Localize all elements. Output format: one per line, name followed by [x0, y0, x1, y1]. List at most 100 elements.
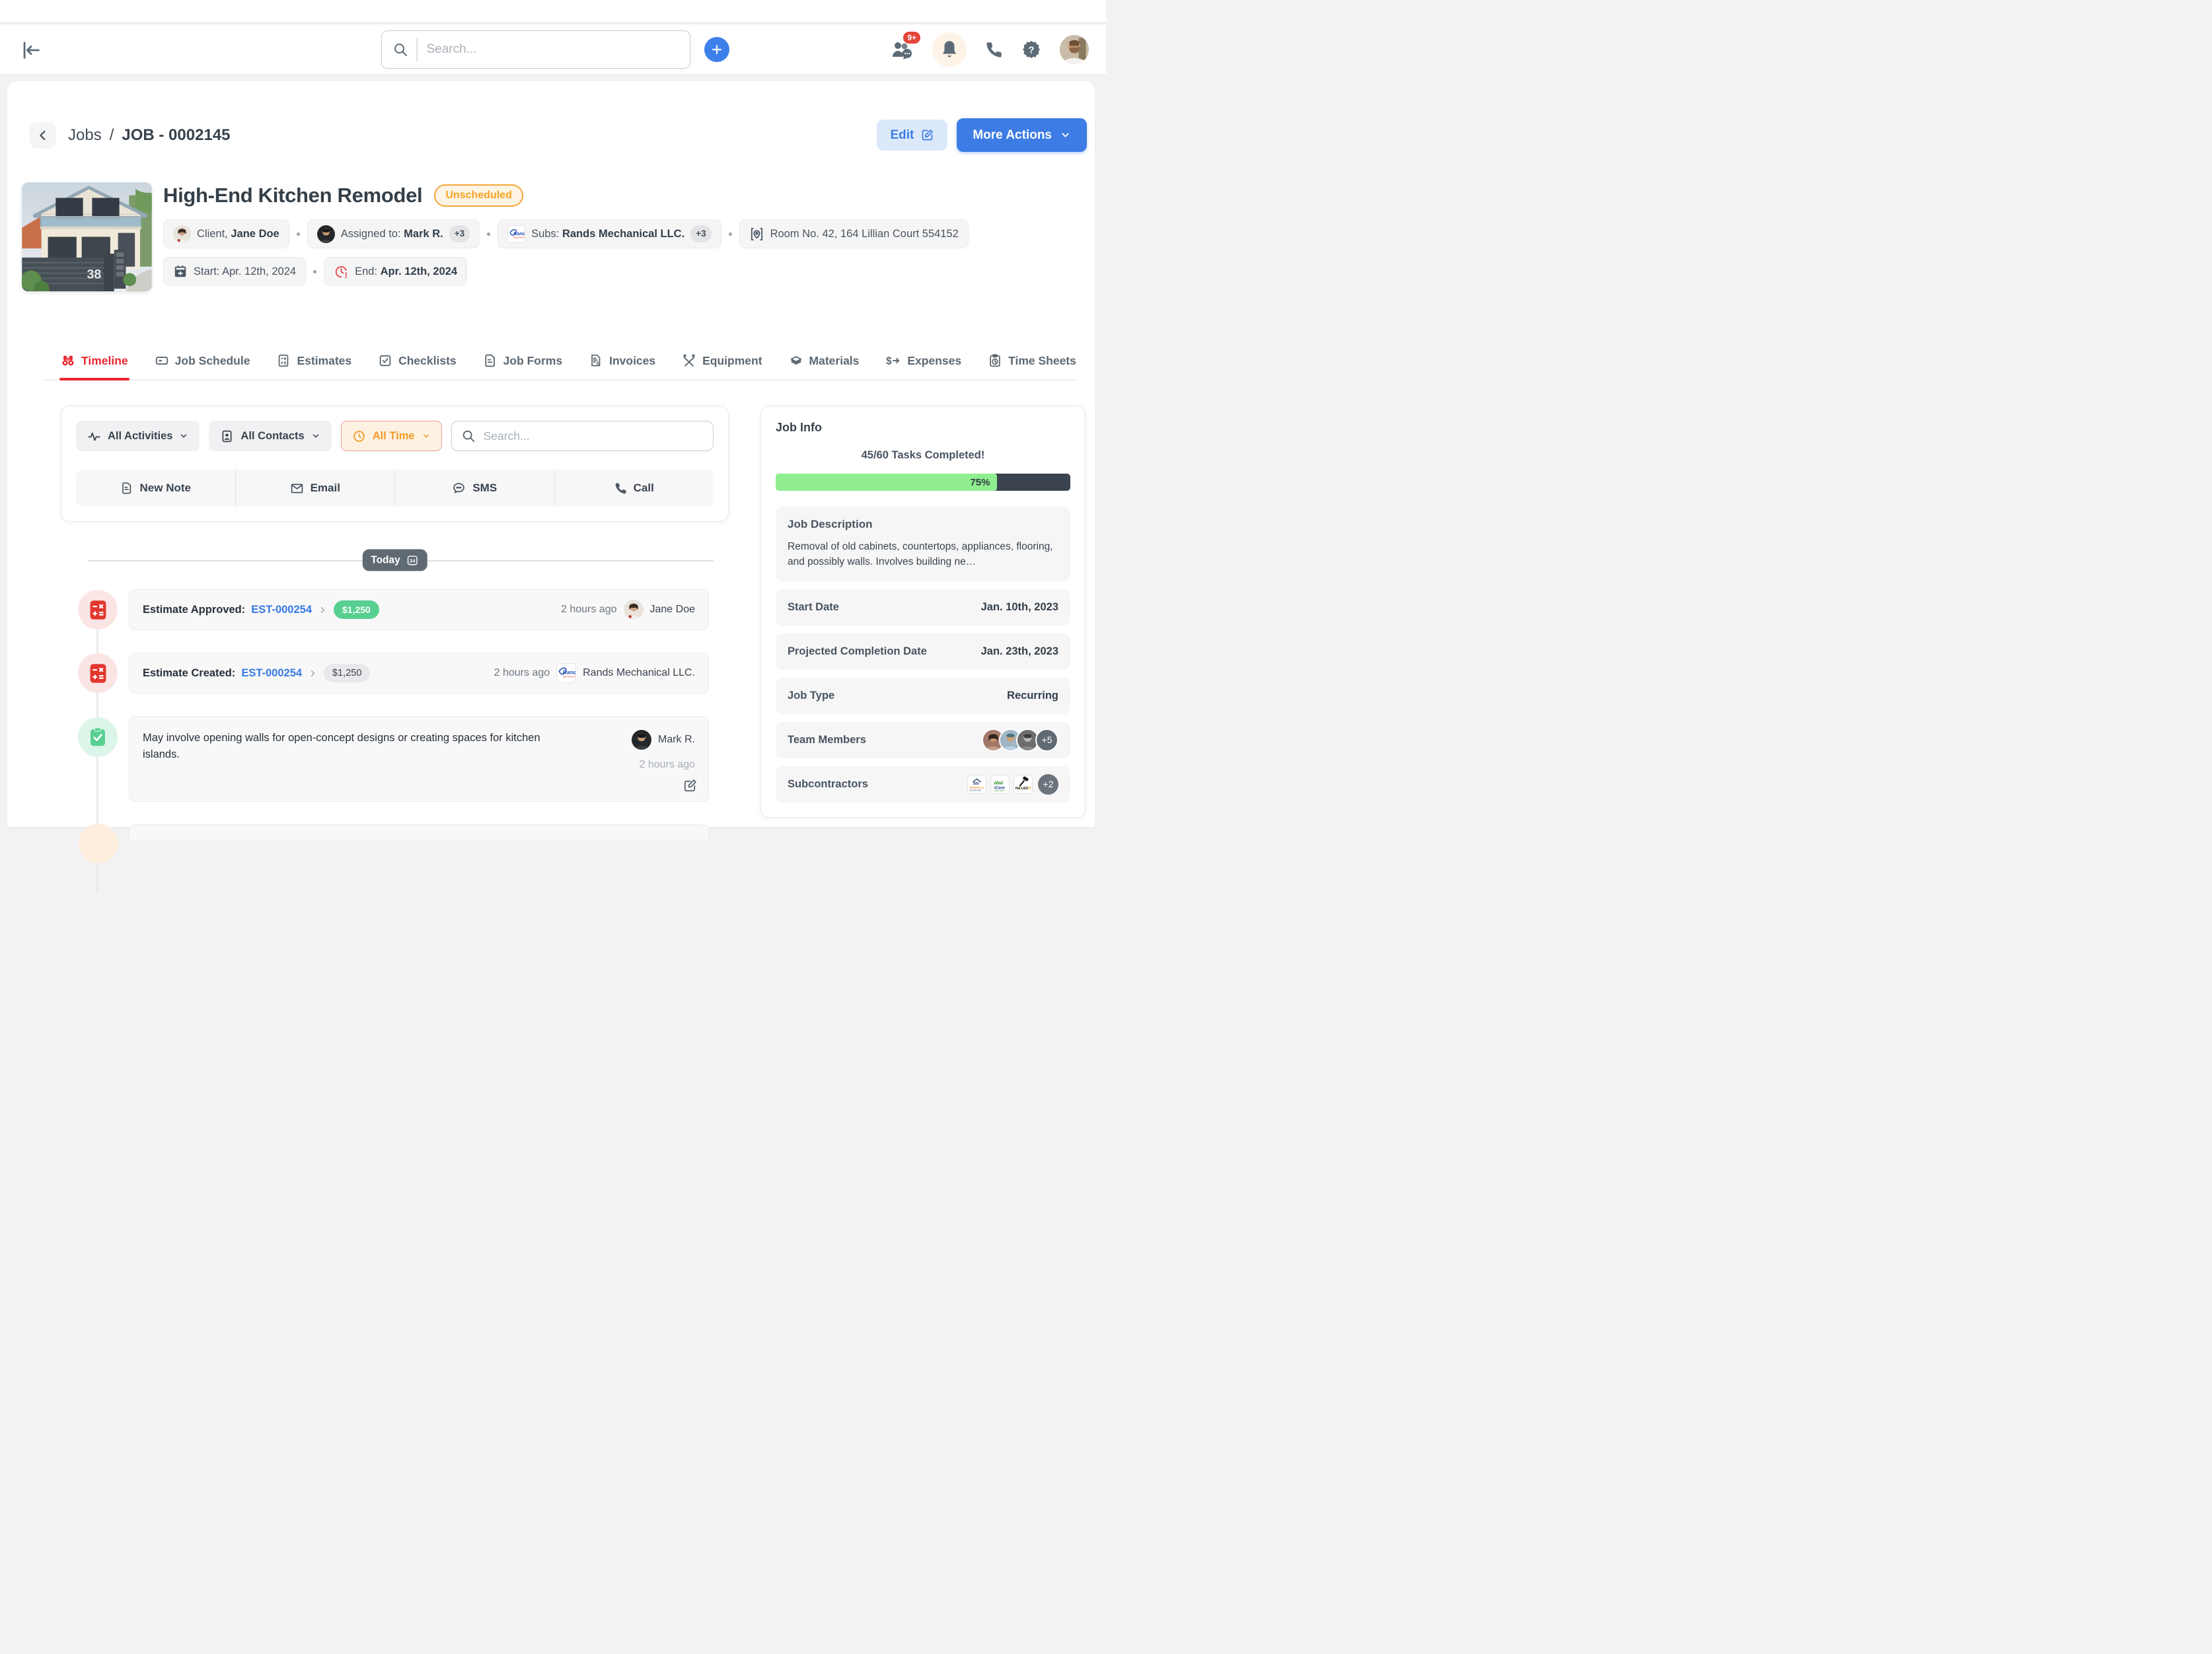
- note-icon: [120, 482, 133, 495]
- info-row-team-members: Team Members +5: [776, 721, 1070, 758]
- more-actions-button[interactable]: More Actions: [957, 118, 1087, 152]
- entry-title: Estimate Approved:: [143, 603, 246, 616]
- clock-alert-icon: [334, 264, 349, 279]
- tab-estimates[interactable]: Estimates: [276, 353, 351, 379]
- tab-time-sheets[interactable]: Time Sheets: [988, 353, 1076, 379]
- sms-button[interactable]: SMS: [394, 470, 554, 507]
- phone-button[interactable]: [985, 41, 1003, 59]
- row-value: Recurring: [1007, 689, 1058, 701]
- team-avatars[interactable]: +5: [982, 728, 1058, 752]
- tab-invoices[interactable]: $ Invoices: [589, 353, 655, 379]
- search-icon: [392, 42, 408, 57]
- plus-icon: [710, 43, 723, 56]
- actor-name: Mark R.: [658, 734, 695, 745]
- new-note-button[interactable]: New Note: [76, 470, 235, 507]
- create-new-button[interactable]: [704, 37, 729, 62]
- timeline-entry-partial: [79, 824, 709, 863]
- breadcrumb-job-id: JOB - 0002145: [122, 126, 231, 144]
- location-chip-label: Room No. 42, 164 Lillian Court 554152: [770, 227, 959, 240]
- document-icon: [483, 353, 498, 368]
- svg-text:iCare: iCare: [994, 785, 1005, 790]
- user-avatar[interactable]: [1060, 35, 1089, 64]
- svg-text:$: $: [597, 361, 600, 367]
- assigned-chip[interactable]: Assigned to: Mark R. +3: [307, 219, 480, 248]
- tab-equipment[interactable]: Equipment: [682, 353, 762, 379]
- start-date-chip[interactable]: Start: Apr. 12th, 2024: [163, 257, 307, 286]
- timeline-column: All Activities All Contacts All Time Sea…: [61, 406, 729, 893]
- assigned-extra-badge[interactable]: +3: [449, 225, 470, 242]
- row-value: Jan. 23th, 2023: [980, 645, 1058, 657]
- subs-chip[interactable]: RandsMECHANICAL Subs: Rands Mechanical L…: [498, 219, 721, 248]
- invoice-dollar-icon: $: [589, 353, 603, 368]
- actor-name: Jane Doe: [649, 604, 696, 615]
- sms-label: SMS: [472, 482, 498, 494]
- subcontractors-extra-badge[interactable]: +2: [1038, 773, 1058, 795]
- today-divider: Today 24: [61, 548, 729, 572]
- row-label: Start Date: [788, 600, 839, 613]
- note-text: May involve opening walls for open-conce…: [143, 732, 540, 760]
- edit-pencil-icon: [920, 128, 934, 142]
- actor-avatar: [623, 600, 644, 620]
- end-date-chip[interactable]: End: Apr. 12th, 2024: [324, 257, 468, 286]
- estimate-link[interactable]: EST-000254: [251, 604, 312, 616]
- actor-name: Rands Mechanical LLC.: [583, 667, 695, 678]
- job-photo[interactable]: 38: [22, 182, 152, 291]
- timeline-search-input[interactable]: [483, 429, 704, 443]
- tab-materials[interactable]: Materials: [789, 353, 859, 379]
- subcontractor-logos[interactable]: RR RUSHVILLE RESTORATIONS iCare LAWN CARE N…: [967, 773, 1058, 795]
- tab-job-forms[interactable]: Job Forms: [483, 353, 562, 379]
- client-chip-label: Client, Jane Doe: [197, 227, 279, 240]
- end-date-label: End: Apr. 12th, 2024: [355, 265, 458, 277]
- assigned-avatar: [316, 225, 335, 243]
- tab-expenses[interactable]: $ Expenses: [885, 353, 961, 379]
- breadcrumb-section[interactable]: Jobs: [68, 126, 102, 145]
- edit-button-label: Edit: [890, 127, 914, 142]
- collapse-sidebar-button[interactable]: [20, 39, 42, 61]
- svg-text:MECHANICAL: MECHANICAL: [563, 675, 576, 678]
- all-time-filter[interactable]: All Time: [340, 421, 442, 451]
- topbar-icons: 9+ ?: [891, 24, 1089, 75]
- envelope-icon: [290, 482, 304, 495]
- filter-row: All Activities All Contacts All Time: [76, 421, 714, 451]
- dot-separator: [728, 232, 732, 236]
- chevron-down-icon: [311, 431, 320, 441]
- tab-label: Timeline: [81, 353, 128, 367]
- info-row-job-type: Job Type Recurring: [776, 677, 1070, 714]
- row-label: Subcontractors: [788, 777, 868, 790]
- all-contacts-filter[interactable]: All Contacts: [209, 421, 332, 451]
- estimate-approved-card[interactable]: Estimate Approved: EST-000254 $1,250 2 h…: [129, 589, 709, 630]
- tab-job-schedule[interactable]: Job Schedule: [155, 353, 250, 379]
- svg-text:24: 24: [410, 558, 416, 564]
- location-chip[interactable]: Room No. 42, 164 Lillian Court 554152: [739, 219, 969, 248]
- client-chip[interactable]: Client, Jane Doe: [163, 219, 289, 248]
- calculator-icon: [276, 353, 291, 368]
- tab-label: Equipment: [702, 353, 762, 367]
- team-chat-button[interactable]: 9+: [891, 32, 920, 59]
- tab-timeline[interactable]: Timeline: [59, 353, 129, 380]
- chevron-right-icon: [308, 668, 318, 678]
- edit-note-button[interactable]: [682, 778, 698, 793]
- edit-button[interactable]: Edit: [877, 120, 948, 151]
- estimate-link[interactable]: EST-000254: [241, 667, 302, 680]
- subs-extra-badge[interactable]: +3: [690, 225, 712, 242]
- back-button[interactable]: [30, 122, 56, 149]
- call-button[interactable]: Call: [554, 470, 714, 507]
- dot-separator: [296, 232, 300, 236]
- notifications-button[interactable]: [932, 32, 967, 67]
- estimate-amount-badge: $1,250: [324, 663, 371, 683]
- tab-checklists[interactable]: Checklists: [378, 353, 457, 379]
- estimate-amount-badge: $1,250: [334, 600, 379, 619]
- svg-text:$: $: [886, 356, 892, 367]
- estimate-created-card[interactable]: Estimate Created: EST-000254 $1,250 2 ho…: [129, 653, 709, 694]
- global-search-input[interactable]: [426, 42, 690, 57]
- help-button[interactable]: ?: [1021, 40, 1041, 59]
- tab-label: Time Sheets: [1008, 353, 1076, 367]
- today-pill[interactable]: Today 24: [362, 549, 427, 571]
- note-card[interactable]: May involve opening walls for open-conce…: [129, 716, 709, 802]
- team-members-extra-badge[interactable]: +5: [1035, 728, 1058, 752]
- row-label: Projected Completion Date: [788, 645, 927, 657]
- today-label: Today: [371, 554, 400, 565]
- email-button[interactable]: Email: [235, 470, 395, 507]
- job-description-title: Job Description: [788, 518, 873, 530]
- all-activities-filter[interactable]: All Activities: [76, 421, 200, 451]
